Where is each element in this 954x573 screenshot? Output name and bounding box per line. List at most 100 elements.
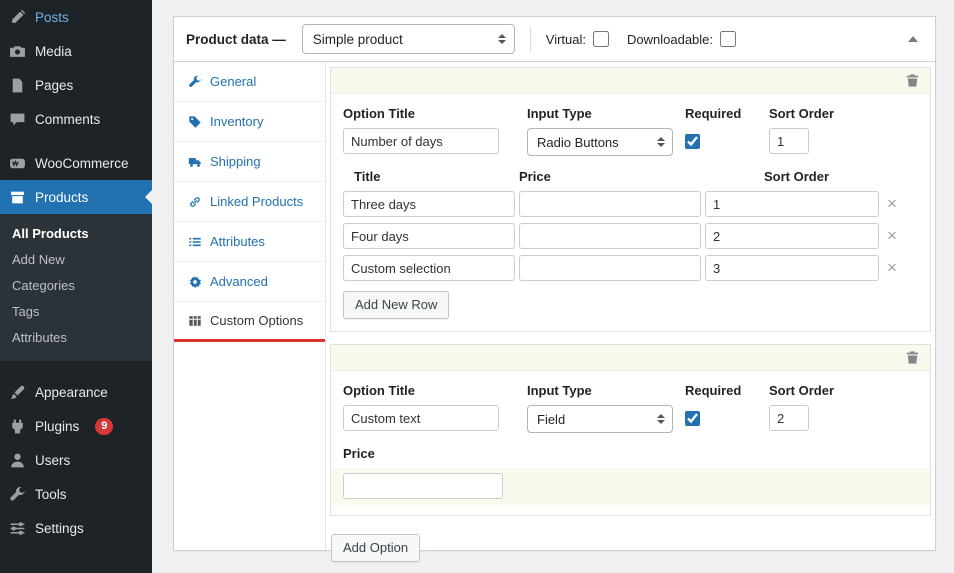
products-icon [9, 189, 26, 206]
table-row: × [343, 223, 920, 249]
row-price-input[interactable] [519, 223, 701, 249]
add-new-row-button[interactable]: Add New Row [343, 291, 449, 319]
sidebar-item-label: Products [35, 190, 88, 205]
row-price-label: Price [519, 169, 701, 184]
row-price-input[interactable] [519, 255, 701, 281]
grid-icon [188, 314, 202, 328]
sidebar-item-users[interactable]: Users [0, 443, 152, 477]
tab-linked-products[interactable]: Linked Products [174, 182, 325, 222]
input-type-select[interactable]: Field [527, 405, 673, 433]
sidebar-item-pages[interactable]: Pages [0, 68, 152, 102]
input-type-select[interactable]: Radio Buttons [527, 128, 673, 156]
sidebar-separator [0, 136, 152, 146]
sort-order-label: Sort Order [769, 106, 920, 128]
admin-sidebar: Posts Media Pages Comments WooCommerce P… [0, 0, 152, 573]
select-caret-icon [657, 137, 665, 147]
sidebar-item-products[interactable]: Products [0, 180, 152, 214]
submenu-item-tags[interactable]: Tags [0, 299, 152, 325]
downloadable-checkbox[interactable] [720, 31, 736, 47]
sidebar-item-label: Settings [35, 521, 84, 536]
delete-option-icon[interactable] [905, 73, 920, 88]
price-label: Price [343, 446, 920, 461]
submenu-item-add-new[interactable]: Add New [0, 247, 152, 273]
sidebar-item-media[interactable]: Media [0, 34, 152, 68]
sidebar-item-tools[interactable]: Tools [0, 477, 152, 511]
list-icon [188, 235, 202, 249]
collapse-panel-icon[interactable] [903, 29, 923, 49]
tab-general[interactable]: General [174, 62, 325, 102]
option-box-header [331, 68, 930, 94]
row-sort-input[interactable] [705, 223, 879, 249]
tab-label: Custom Options [210, 313, 303, 328]
row-title-input[interactable] [343, 255, 515, 281]
product-data-panel: Product data — Simple product Virtual: D… [173, 16, 936, 551]
virtual-checkbox[interactable] [593, 31, 609, 47]
row-sort-label: Sort Order [705, 169, 879, 184]
sidebar-item-settings[interactable]: Settings [0, 511, 152, 545]
sidebar-separator [0, 361, 152, 375]
option-field-labels: Option Title Input Type Required Sort Or… [343, 383, 920, 405]
remove-row-button[interactable]: × [883, 227, 901, 245]
sidebar-item-plugins[interactable]: Plugins 9 [0, 409, 152, 443]
required-checkbox[interactable] [685, 134, 700, 149]
required-label: Required [685, 383, 769, 405]
row-title-label: Title [343, 169, 515, 184]
remove-row-button[interactable]: × [883, 259, 901, 277]
tab-advanced[interactable]: Advanced [174, 262, 325, 302]
option-box-1: Option Title Input Type Required Sort Or… [330, 67, 931, 332]
posts-icon [9, 9, 26, 26]
required-checkbox[interactable] [685, 411, 700, 426]
sort-order-input[interactable] [769, 128, 809, 154]
option-title-label: Option Title [343, 383, 527, 405]
row-sort-input[interactable] [705, 191, 879, 217]
remove-row-button[interactable]: × [883, 195, 901, 213]
row-title-input[interactable] [343, 223, 515, 249]
sidebar-item-label: Posts [35, 10, 69, 25]
price-row [331, 468, 930, 505]
tab-label: General [210, 74, 256, 89]
tab-label: Linked Products [210, 194, 303, 209]
product-type-select[interactable]: Simple product [302, 24, 515, 54]
price-input[interactable] [343, 473, 503, 499]
header-divider [530, 26, 531, 52]
sidebar-item-appearance[interactable]: Appearance [0, 375, 152, 409]
settings-icon [9, 520, 26, 537]
option-title-input[interactable] [343, 128, 499, 154]
option-field-labels: Option Title Input Type Required Sort Or… [343, 106, 920, 128]
option-rows: Title Price Sort Order × [343, 169, 920, 319]
input-type-label: Input Type [527, 106, 685, 128]
option-title-input[interactable] [343, 405, 499, 431]
tab-shipping[interactable]: Shipping [174, 142, 325, 182]
gear-icon [188, 275, 202, 289]
sidebar-item-posts[interactable]: Posts [0, 0, 152, 34]
select-caret-icon [498, 34, 506, 44]
tab-custom-options[interactable]: Custom Options [174, 302, 325, 342]
sidebar-item-label: Appearance [35, 385, 108, 400]
tab-inventory[interactable]: Inventory [174, 102, 325, 142]
rows-header: Title Price Sort Order [343, 169, 920, 184]
sidebar-item-comments[interactable]: Comments [0, 102, 152, 136]
row-price-input[interactable] [519, 191, 701, 217]
product-data-tabs: General Inventory Shipping Linked Produc… [174, 62, 326, 550]
truck-icon [188, 155, 202, 169]
option-field-inputs: Field [343, 405, 920, 433]
tools-icon [9, 486, 26, 503]
sidebar-item-woocommerce[interactable]: WooCommerce [0, 146, 152, 180]
submenu-item-attributes[interactable]: Attributes [0, 325, 152, 351]
submenu-item-categories[interactable]: Categories [0, 273, 152, 299]
products-submenu: All Products Add New Categories Tags Att… [0, 214, 152, 361]
tab-attributes[interactable]: Attributes [174, 222, 325, 262]
tab-label: Advanced [210, 274, 268, 289]
plugins-update-badge: 9 [95, 418, 113, 435]
submenu-item-all-products[interactable]: All Products [0, 221, 152, 247]
sidebar-item-label: Media [35, 44, 72, 59]
option-box-header [331, 345, 930, 371]
row-sort-input[interactable] [705, 255, 879, 281]
sidebar-item-label: Plugins [35, 419, 79, 434]
add-option-button[interactable]: Add Option [331, 534, 420, 562]
sort-order-input[interactable] [769, 405, 809, 431]
row-title-input[interactable] [343, 191, 515, 217]
select-caret-icon [657, 414, 665, 424]
delete-option-icon[interactable] [905, 350, 920, 365]
sort-order-label: Sort Order [769, 383, 920, 405]
